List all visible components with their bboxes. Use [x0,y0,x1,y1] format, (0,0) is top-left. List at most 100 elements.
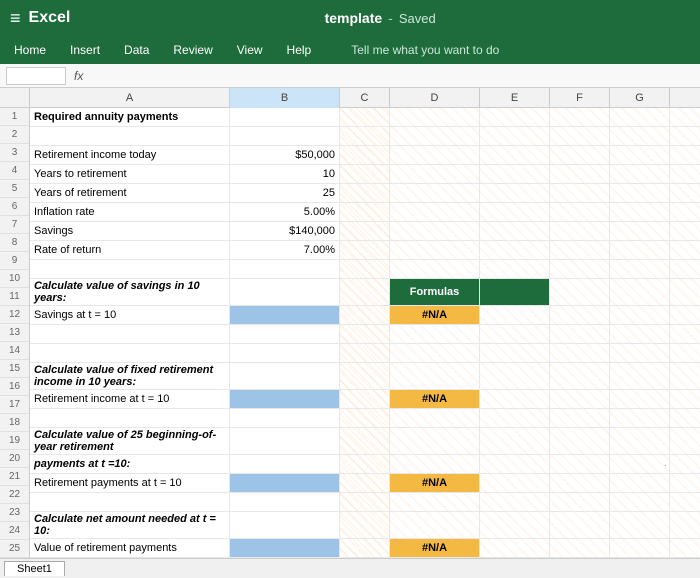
cell-g6[interactable] [610,203,670,221]
cell-d20[interactable] [390,493,480,511]
cell-d4[interactable] [390,165,480,183]
cell-d12[interactable] [390,325,480,343]
cell-g10[interactable] [610,279,670,305]
cell-b22[interactable] [230,539,340,557]
cell-e11[interactable] [480,306,550,324]
cell-e22[interactable] [480,539,550,557]
cell-f22[interactable] [550,539,610,557]
cell-e1[interactable] [480,108,550,126]
cell-d22[interactable]: #N/A [390,539,480,557]
cell-b9[interactable] [230,260,340,278]
cell-g14[interactable] [610,363,670,389]
cell-f20[interactable] [550,493,610,511]
cell-a2[interactable] [30,127,230,145]
cell-g3[interactable] [610,146,670,164]
cell-f14[interactable] [550,363,610,389]
cell-f16[interactable] [550,409,610,427]
cell-d15[interactable]: #N/A [390,390,480,408]
cell-g2[interactable] [610,127,670,145]
cell-b12[interactable] [230,325,340,343]
cell-a8[interactable]: Rate of return [30,241,230,259]
cell-f17[interactable] [550,428,610,454]
cell-g20[interactable] [610,493,670,511]
cell-c9[interactable] [340,260,390,278]
cell-b21[interactable] [230,512,340,538]
cell-g21[interactable] [610,512,670,538]
cell-c13[interactable] [340,344,390,362]
cell-c20[interactable] [340,493,390,511]
cell-g8[interactable] [610,241,670,259]
cell-d13[interactable] [390,344,480,362]
cell-b3[interactable]: $50,000 [230,146,340,164]
cell-f6[interactable] [550,203,610,221]
col-header-e[interactable]: E [480,88,550,108]
cell-g9[interactable] [610,260,670,278]
menu-review[interactable]: Review [169,41,216,59]
cell-d17[interactable] [390,428,480,454]
cell-d18[interactable] [390,455,480,473]
cell-e17[interactable] [480,428,550,454]
menu-insert[interactable]: Insert [66,41,104,59]
cell-c3[interactable] [340,146,390,164]
cell-c12[interactable] [340,325,390,343]
cell-c18[interactable] [340,455,390,473]
cell-a9[interactable] [30,260,230,278]
cell-d2[interactable] [390,127,480,145]
cell-a12[interactable] [30,325,230,343]
col-header-d[interactable]: D [390,88,480,108]
cell-a18[interactable]: payments at t =10: [30,455,230,473]
cell-g19[interactable] [610,474,670,492]
cell-d10[interactable]: Formulas [390,279,480,305]
cell-a4[interactable]: Years to retirement [30,165,230,183]
cell-f11[interactable] [550,306,610,324]
col-header-c[interactable]: C [340,88,390,108]
cell-e10[interactable] [480,279,550,305]
cell-d5[interactable] [390,184,480,202]
col-header-a[interactable]: A [30,88,230,108]
cell-d16[interactable] [390,409,480,427]
cell-g15[interactable] [610,390,670,408]
cell-f2[interactable] [550,127,610,145]
cell-f10[interactable] [550,279,610,305]
cell-d21[interactable] [390,512,480,538]
cell-b5[interactable]: 25 [230,184,340,202]
cell-a15[interactable]: Retirement income at t = 10 [30,390,230,408]
cell-e8[interactable] [480,241,550,259]
cell-f7[interactable] [550,222,610,240]
cell-f21[interactable] [550,512,610,538]
cell-b4[interactable]: 10 [230,165,340,183]
cell-d8[interactable] [390,241,480,259]
cell-g12[interactable] [610,325,670,343]
cell-d1[interactable] [390,108,480,126]
cell-c5[interactable] [340,184,390,202]
cell-c17[interactable] [340,428,390,454]
cell-c8[interactable] [340,241,390,259]
cell-a6[interactable]: Inflation rate [30,203,230,221]
cell-d19[interactable]: #N/A [390,474,480,492]
tell-me-input[interactable]: Tell me what you want to do [351,43,499,57]
cell-e3[interactable] [480,146,550,164]
cell-d9[interactable] [390,260,480,278]
cell-g5[interactable] [610,184,670,202]
cell-b1[interactable] [230,108,340,126]
cell-g1[interactable] [610,108,670,126]
cell-b20[interactable] [230,493,340,511]
cell-a16[interactable] [30,409,230,427]
cell-e18[interactable] [480,455,550,473]
cell-c4[interactable] [340,165,390,183]
cell-c21[interactable] [340,512,390,538]
cell-c16[interactable] [340,409,390,427]
cell-g17[interactable] [610,428,670,454]
cell-f12[interactable] [550,325,610,343]
cell-g11[interactable] [610,306,670,324]
cell-b14[interactable] [230,363,340,389]
cell-c19[interactable] [340,474,390,492]
cell-f18[interactable] [550,455,610,473]
cell-f9[interactable] [550,260,610,278]
cell-a3[interactable]: Retirement income today [30,146,230,164]
cell-c11[interactable] [340,306,390,324]
cell-a13[interactable] [30,344,230,362]
cell-a17[interactable]: Calculate value of 25 beginning-of-year … [30,428,230,454]
col-header-b[interactable]: B [230,88,340,108]
cell-a1[interactable]: Required annuity payments [30,108,230,126]
